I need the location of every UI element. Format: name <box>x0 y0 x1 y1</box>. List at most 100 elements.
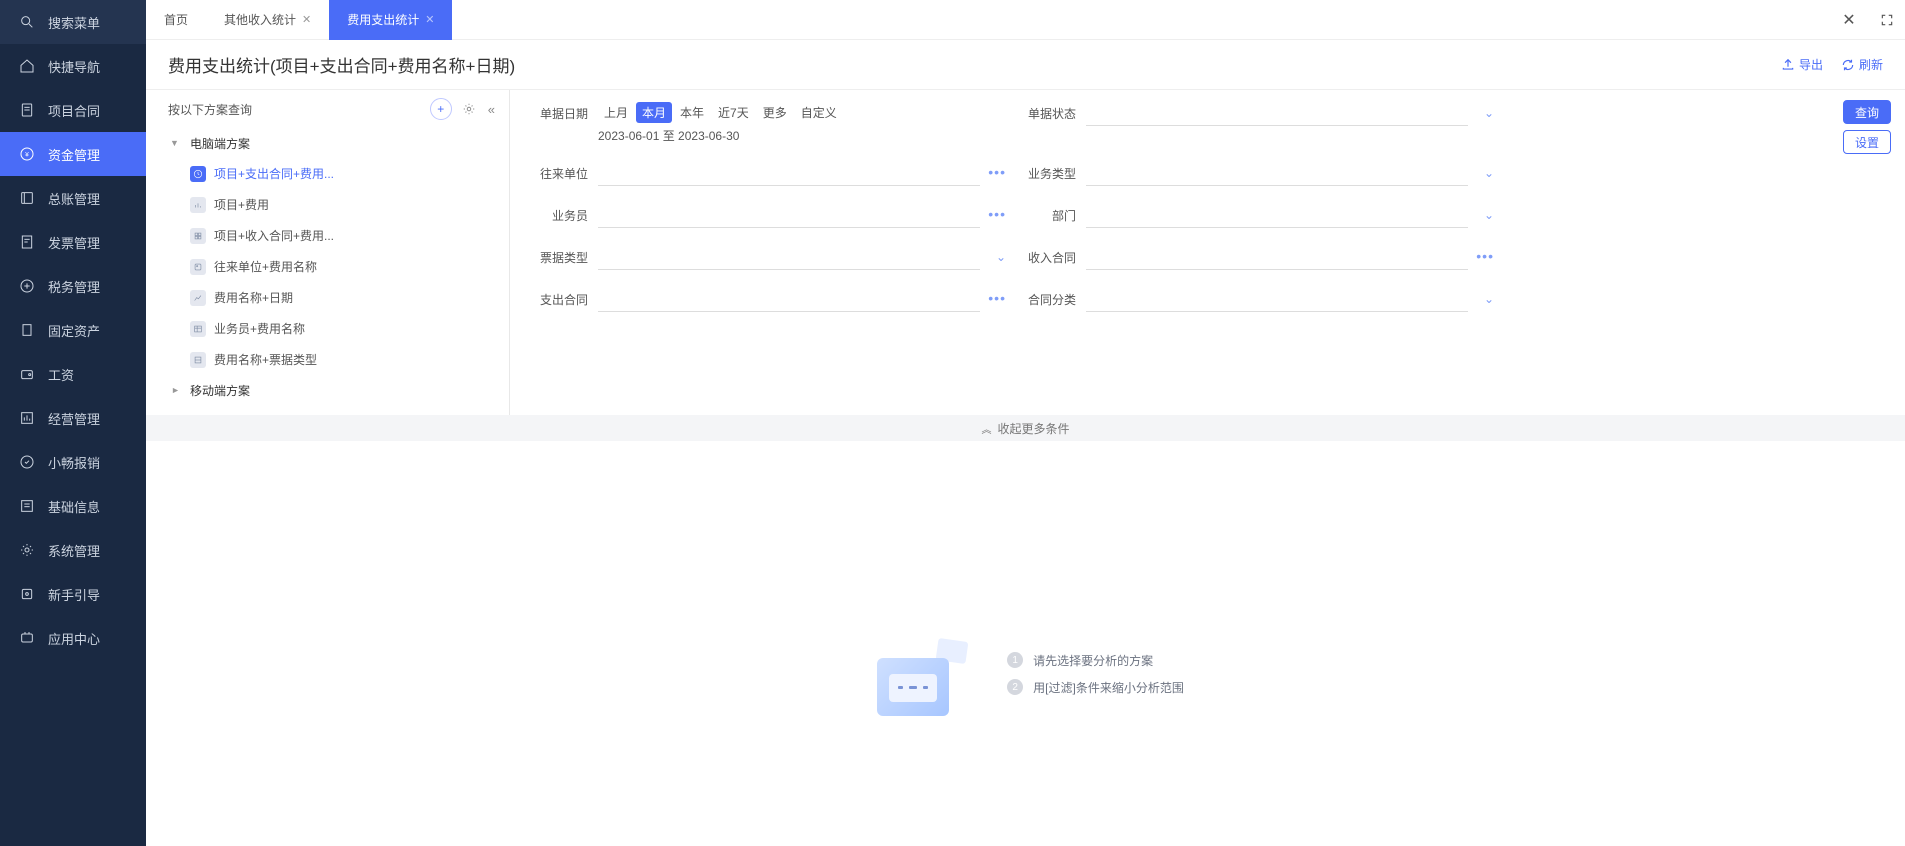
sidebar-item-invoice[interactable]: 发票管理 <box>0 220 146 264</box>
apps-icon <box>18 629 36 647</box>
tree-item[interactable]: 往来单位+费用名称 <box>146 251 509 282</box>
filters-area: 单据日期 上月 本月 本年 近7天 更多 自定义 2023-06-01 至 20… <box>510 90 1905 415</box>
scheme-title: 按以下方案查询 <box>168 101 424 118</box>
tree-item[interactable]: 费用名称+日期 <box>146 282 509 313</box>
tab-expense-stats[interactable]: 费用支出统计 ✕ <box>329 0 452 40</box>
sidebar-item-operations[interactable]: 经营管理 <box>0 396 146 440</box>
scheme-tree: ▼ 电脑端方案 项目+支出合同+费用... 项目+费用 项目+收入合同+费用..… <box>146 128 509 415</box>
fullscreen-button[interactable] <box>1869 0 1905 40</box>
ellipsis-icon[interactable]: ••• <box>988 290 1006 306</box>
sidebar-item-tax[interactable]: 税务管理 <box>0 264 146 308</box>
sidebar-item-label: 总账管理 <box>48 189 100 208</box>
step-text: 请先选择要分析的方案 <box>1033 652 1153 669</box>
home-icon <box>18 57 36 75</box>
tree-item[interactable]: 费用名称+票据类型 <box>146 344 509 375</box>
collapse-panel-button[interactable]: « <box>486 102 497 117</box>
tab-label: 其他收入统计 <box>224 11 296 28</box>
tab-label: 费用支出统计 <box>347 11 419 28</box>
filter-label: 往来单位 <box>518 162 598 186</box>
refresh-button[interactable]: 刷新 <box>1841 56 1883 73</box>
filter-biz-type: 业务类型 ⌄ <box>1006 162 1494 186</box>
filter-label: 支出合同 <box>518 288 598 312</box>
close-icon[interactable]: ✕ <box>425 13 434 26</box>
tab-other-income-stats[interactable]: 其他收入统计 ✕ <box>206 0 329 40</box>
tree-group-label: 移动端方案 <box>190 382 250 399</box>
sidebar-item-label: 税务管理 <box>48 277 100 296</box>
empty-state: 1 请先选择要分析的方案 2 用[过滤]条件来缩小分析范围 <box>146 441 1905 846</box>
dept-select[interactable] <box>1086 204 1468 228</box>
add-scheme-button[interactable]: + <box>430 98 452 120</box>
tree-item[interactable]: 项目+收入合同+费用... <box>146 220 509 251</box>
close-all-tabs-button[interactable]: ✕ <box>1829 0 1869 40</box>
salesman-lookup[interactable] <box>598 204 980 228</box>
chevron-down-icon: ⌄ <box>996 250 1006 264</box>
tree-item[interactable]: 业务员+费用名称 <box>146 313 509 344</box>
date-option-this-month[interactable]: 本月 <box>636 102 672 123</box>
date-option-last-7-days[interactable]: 近7天 <box>712 102 755 123</box>
close-icon[interactable]: ✕ <box>302 13 311 26</box>
tree-item-label: 项目+费用 <box>214 196 509 213</box>
ellipsis-icon[interactable]: ••• <box>988 206 1006 222</box>
sidebar-item-quick-nav[interactable]: 快捷导航 <box>0 44 146 88</box>
sidebar-item-search-menu[interactable]: 搜索菜单 <box>0 0 146 44</box>
sidebar-item-project-contract[interactable]: 项目合同 <box>0 88 146 132</box>
date-option-more[interactable]: 更多 <box>757 102 793 123</box>
sidebar-item-base-info[interactable]: 基础信息 <box>0 484 146 528</box>
expense-contract-lookup[interactable] <box>598 288 980 312</box>
tree-group-mobile[interactable]: ▼ 移动端方案 <box>146 375 509 405</box>
scheme-settings-button[interactable] <box>458 98 480 120</box>
query-button[interactable]: 查询 <box>1843 100 1891 124</box>
date-range-value: 2023-06-01 至 2023-06-30 <box>598 127 980 144</box>
sidebar-item-label: 经营管理 <box>48 409 100 428</box>
tab-home[interactable]: 首页 <box>146 0 206 40</box>
tree-item[interactable]: 项目+支出合同+费用... <box>146 158 509 189</box>
building-icon <box>18 321 36 339</box>
filter-partner: 往来单位 ••• <box>518 162 1006 186</box>
income-contract-lookup[interactable] <box>1086 246 1468 270</box>
settings-button[interactable]: 设置 <box>1843 130 1891 154</box>
page-title: 费用支出统计(项目+支出合同+费用名称+日期) <box>168 52 1763 77</box>
export-label: 导出 <box>1799 56 1823 73</box>
export-button[interactable]: 导出 <box>1781 56 1823 73</box>
layers-icon <box>190 352 206 368</box>
gear-icon <box>18 541 36 559</box>
filter-salesman: 业务员 ••• <box>518 204 1006 228</box>
sidebar-item-system[interactable]: 系统管理 <box>0 528 146 572</box>
collapse-conditions-button[interactable]: ︽ 收起更多条件 <box>146 415 1905 441</box>
sidebar-item-salary[interactable]: 工资 <box>0 352 146 396</box>
svg-text:¥: ¥ <box>25 152 29 159</box>
date-option-last-month[interactable]: 上月 <box>598 102 634 123</box>
tax-icon <box>18 277 36 295</box>
tree-item-label: 费用名称+日期 <box>214 289 509 306</box>
status-select[interactable] <box>1086 102 1468 126</box>
ellipsis-icon[interactable]: ••• <box>1476 248 1494 264</box>
sidebar-item-reimbursement[interactable]: 小畅报销 <box>0 440 146 484</box>
ellipsis-icon[interactable]: ••• <box>988 164 1006 180</box>
sidebar-item-ledger[interactable]: 总账管理 <box>0 176 146 220</box>
chevron-down-icon: ⌄ <box>1484 208 1494 222</box>
sidebar-item-fund-management[interactable]: ¥ 资金管理 <box>0 132 146 176</box>
empty-steps: 1 请先选择要分析的方案 2 用[过滤]条件来缩小分析范围 <box>1007 652 1184 706</box>
date-option-this-year[interactable]: 本年 <box>674 102 710 123</box>
chart-bar-icon <box>190 197 206 213</box>
tree-item[interactable]: 项目+费用 <box>146 189 509 220</box>
tree-group-label: 电脑端方案 <box>190 135 250 152</box>
tab-label: 首页 <box>164 11 188 28</box>
scheme-header: 按以下方案查询 + « <box>146 90 509 128</box>
empty-illustration <box>867 634 967 724</box>
ticket-type-select[interactable] <box>598 246 980 270</box>
sidebar-item-label: 搜索菜单 <box>48 13 100 32</box>
sidebar-item-label: 工资 <box>48 365 74 384</box>
sidebar-item-fixed-assets[interactable]: 固定资产 <box>0 308 146 352</box>
biz-type-select[interactable] <box>1086 162 1468 186</box>
sidebar-item-app-center[interactable]: 应用中心 <box>0 616 146 660</box>
sidebar-item-guide[interactable]: 新手引导 <box>0 572 146 616</box>
date-option-custom[interactable]: 自定义 <box>795 102 843 123</box>
contract-category-select[interactable] <box>1086 288 1468 312</box>
tree-group-desktop[interactable]: ▼ 电脑端方案 <box>146 128 509 158</box>
receipt-icon <box>18 453 36 471</box>
filter-status: 单据状态 ⌄ <box>1006 102 1494 144</box>
partner-lookup[interactable] <box>598 162 980 186</box>
scheme-panel: 按以下方案查询 + « ▼ 电脑端方案 项目+支出合同+费用... <box>146 90 510 415</box>
step-number: 1 <box>1007 652 1023 668</box>
